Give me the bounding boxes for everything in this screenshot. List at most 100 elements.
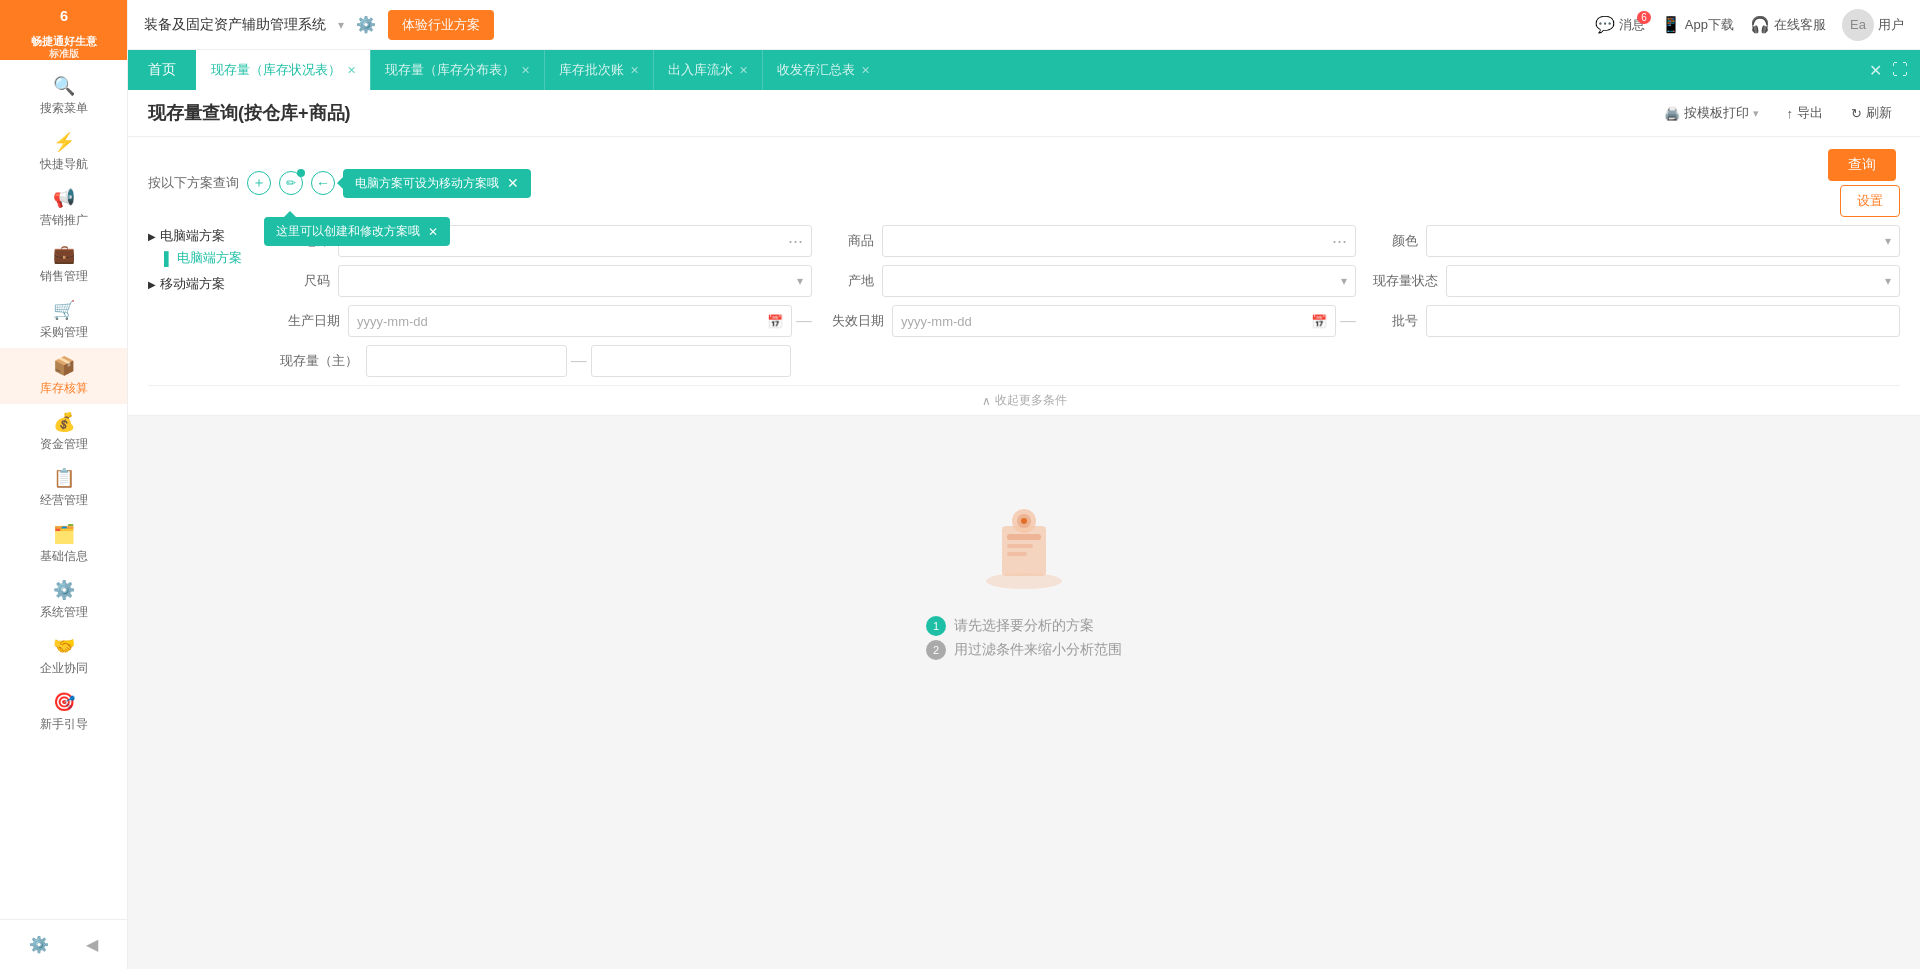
calendar-icon-2: 📅 [1311,314,1327,329]
svg-rect-4 [1007,534,1041,540]
add-scheme-btn[interactable]: ＋ [247,171,271,195]
sidebar-item-inventory[interactable]: 📦 库存核算 [0,348,127,404]
sidebar-item-operation[interactable]: 📋 经营管理 [0,460,127,516]
tooltip1-close-btn[interactable]: ✕ [507,175,519,191]
calendar-icon-1: 📅 [767,314,783,329]
headset-icon: 🎧 [1750,15,1770,34]
bell-icon: 💬 [1595,15,1615,34]
expand-arrow-icon: ▶ [148,231,156,242]
export-btn[interactable]: ↑ 导出 [1779,100,1832,126]
stock-main-max[interactable] [591,345,792,377]
tooltip-mobile-scheme: 电脑方案可设为移动方案哦 ✕ [343,169,531,198]
refresh-btn[interactable]: ↻ 刷新 [1843,100,1900,126]
empty-state: 1 请先选择要分析的方案 2 用过滤条件来缩小分析范围 [128,416,1920,744]
tab-inventory-status[interactable]: 现存量（库存状况表） ✕ [196,50,370,90]
batch-input[interactable] [1426,305,1900,337]
print-btn[interactable]: 🖨️ 按模板打印 ▾ [1656,100,1767,126]
user-menu[interactable]: Ea 用户 [1842,9,1904,41]
sidebar-item-corp[interactable]: 🤝 企业协同 [0,628,127,684]
tab-close-inventory-dist[interactable]: ✕ [521,64,530,77]
size-select[interactable]: ▾ [338,265,812,297]
topbar: 装备及固定资产辅助管理系统 ▾ ⚙️ 体验行业方案 💬 消息 6 📱 App下载… [128,0,1920,50]
collapse-sidebar-btn[interactable]: ◀ [86,935,98,954]
expand-arrow-mobile-icon: ▶ [148,279,156,290]
origin-select[interactable]: ▾ [882,265,1356,297]
stock-status-label: 现存量状态 [1368,272,1438,290]
sidebar-item-search[interactable]: 🔍 搜索菜单 [0,68,127,124]
color-label: 颜色 [1368,232,1418,250]
tab-home[interactable]: 首页 [128,50,196,90]
briefcase-icon: 💼 [53,243,75,265]
search-icon: 🔍 [53,75,75,97]
cart-icon: 🛒 [53,299,75,321]
expire-date-start[interactable]: yyyy-mm-dd 📅 [892,305,1336,337]
sidebar-item-system[interactable]: ⚙️ 系统管理 [0,572,127,628]
print-dropdown-icon: ▾ [1753,107,1759,120]
tab-close-inout-flow[interactable]: ✕ [739,64,748,77]
topbar-left: 装备及固定资产辅助管理系统 ▾ ⚙️ 体验行业方案 [144,10,494,40]
stock-status-select[interactable]: ▾ [1446,265,1900,297]
tab-close-batch-account[interactable]: ✕ [630,64,639,77]
tab-fullscreen-btn[interactable]: ⛶ [1888,59,1912,81]
notification-count: 6 [1637,11,1651,24]
online-service-button[interactable]: 🎧 在线客服 [1750,15,1826,34]
origin-chevron-icon: ▾ [1341,274,1347,288]
topbar-setting-icon[interactable]: ⚙️ [356,15,376,34]
tab-inout-flow[interactable]: 出入库流水 ✕ [653,50,762,90]
produce-date-start[interactable]: yyyy-mm-dd 📅 [348,305,792,337]
filter-label: 按以下方案查询 [148,174,239,192]
mobile-scheme-label[interactable]: 移动端方案 [160,275,225,293]
batch-label: 批号 [1368,312,1418,330]
tab-close-inventory-status[interactable]: ✕ [347,64,356,77]
sidebar-item-quicknav[interactable]: ⚡ 快捷导航 [0,124,127,180]
main-content: 现存量查询(按仓库+商品) 🖨️ 按模板打印 ▾ ↑ 导出 ↻ 刷新 [128,90,1920,969]
color-select[interactable]: ▾ [1426,225,1900,257]
warehouse-more-icon: ··· [788,231,803,252]
goods-select[interactable]: ··· [882,225,1356,257]
sidebar-item-basicinfo[interactable]: 🗂️ 基础信息 [0,516,127,572]
collapse-filter-btn[interactable]: ∧ 收起更多条件 [148,385,1900,415]
active-scheme-indicator: ▌ [164,251,173,266]
sidebar-item-finance[interactable]: 💰 资金管理 [0,404,127,460]
sidebar: 6 畅捷通好生意 标准版 🔍 搜索菜单 ⚡ 快捷导航 📢 营销推广 💼 销售管理… [0,0,128,969]
expire-date-label: 失效日期 [824,312,884,330]
sidebar-item-marketing[interactable]: 📢 营销推广 [0,180,127,236]
tab-inventory-dist[interactable]: 现存量（库存分布表） ✕ [370,50,544,90]
app-logo: 6 畅捷通好生意 标准版 [0,0,127,60]
step1-badge: 1 [926,616,946,636]
filter-settings-btn[interactable]: 设置 [1840,185,1900,217]
phone-icon: 📱 [1661,15,1681,34]
printer-icon: 🖨️ [1664,106,1680,121]
notification-button[interactable]: 💬 消息 6 [1595,15,1645,34]
pc-scheme-label[interactable]: 电脑端方案 [160,227,225,245]
clipboard-icon: 📋 [53,467,75,489]
size-label: 尺码 [280,272,330,290]
app-name: 畅捷通好生意 标准版 [31,35,97,60]
sidebar-item-purchase[interactable]: 🛒 采购管理 [0,292,127,348]
money-icon: 💰 [53,411,75,433]
tooltip2-close-btn[interactable]: ✕ [428,225,438,239]
box-icon: 📦 [53,355,75,377]
stock-main-min[interactable] [366,345,567,377]
sidebar-item-sales[interactable]: 💼 销售管理 [0,236,127,292]
edit-scheme-btn[interactable]: ✏ [279,171,303,195]
settings-bottom-icon[interactable]: ⚙️ [29,935,49,954]
app-download-button[interactable]: 📱 App下载 [1661,15,1734,34]
tab-close-all-btn[interactable]: ✕ [1865,59,1886,82]
arrow-back-btn[interactable]: ← [311,171,335,195]
tab-batch-account[interactable]: 库存批次账 ✕ [544,50,653,90]
page-title: 现存量查询(按仓库+商品) [148,101,351,125]
produce-date-label: 生产日期 [280,312,340,330]
sidebar-item-guide[interactable]: 🎯 新手引导 [0,684,127,740]
export-icon: ↑ [1787,106,1794,121]
sidebar-bottom: ⚙️ ◀ [0,919,127,969]
tab-summary[interactable]: 收发存汇总表 ✕ [762,50,884,90]
pc-scheme-item[interactable]: 电脑端方案 [177,249,242,267]
tab-actions: ✕ ⛶ [1857,59,1920,82]
tab-close-summary[interactable]: ✕ [861,64,870,77]
search-button[interactable]: 查询 [1828,149,1896,181]
trial-button[interactable]: 体验行业方案 [388,10,494,40]
goods-label: 商品 [824,232,874,250]
stock-status-chevron-icon: ▾ [1885,274,1891,288]
svg-text:6: 6 [59,8,67,24]
